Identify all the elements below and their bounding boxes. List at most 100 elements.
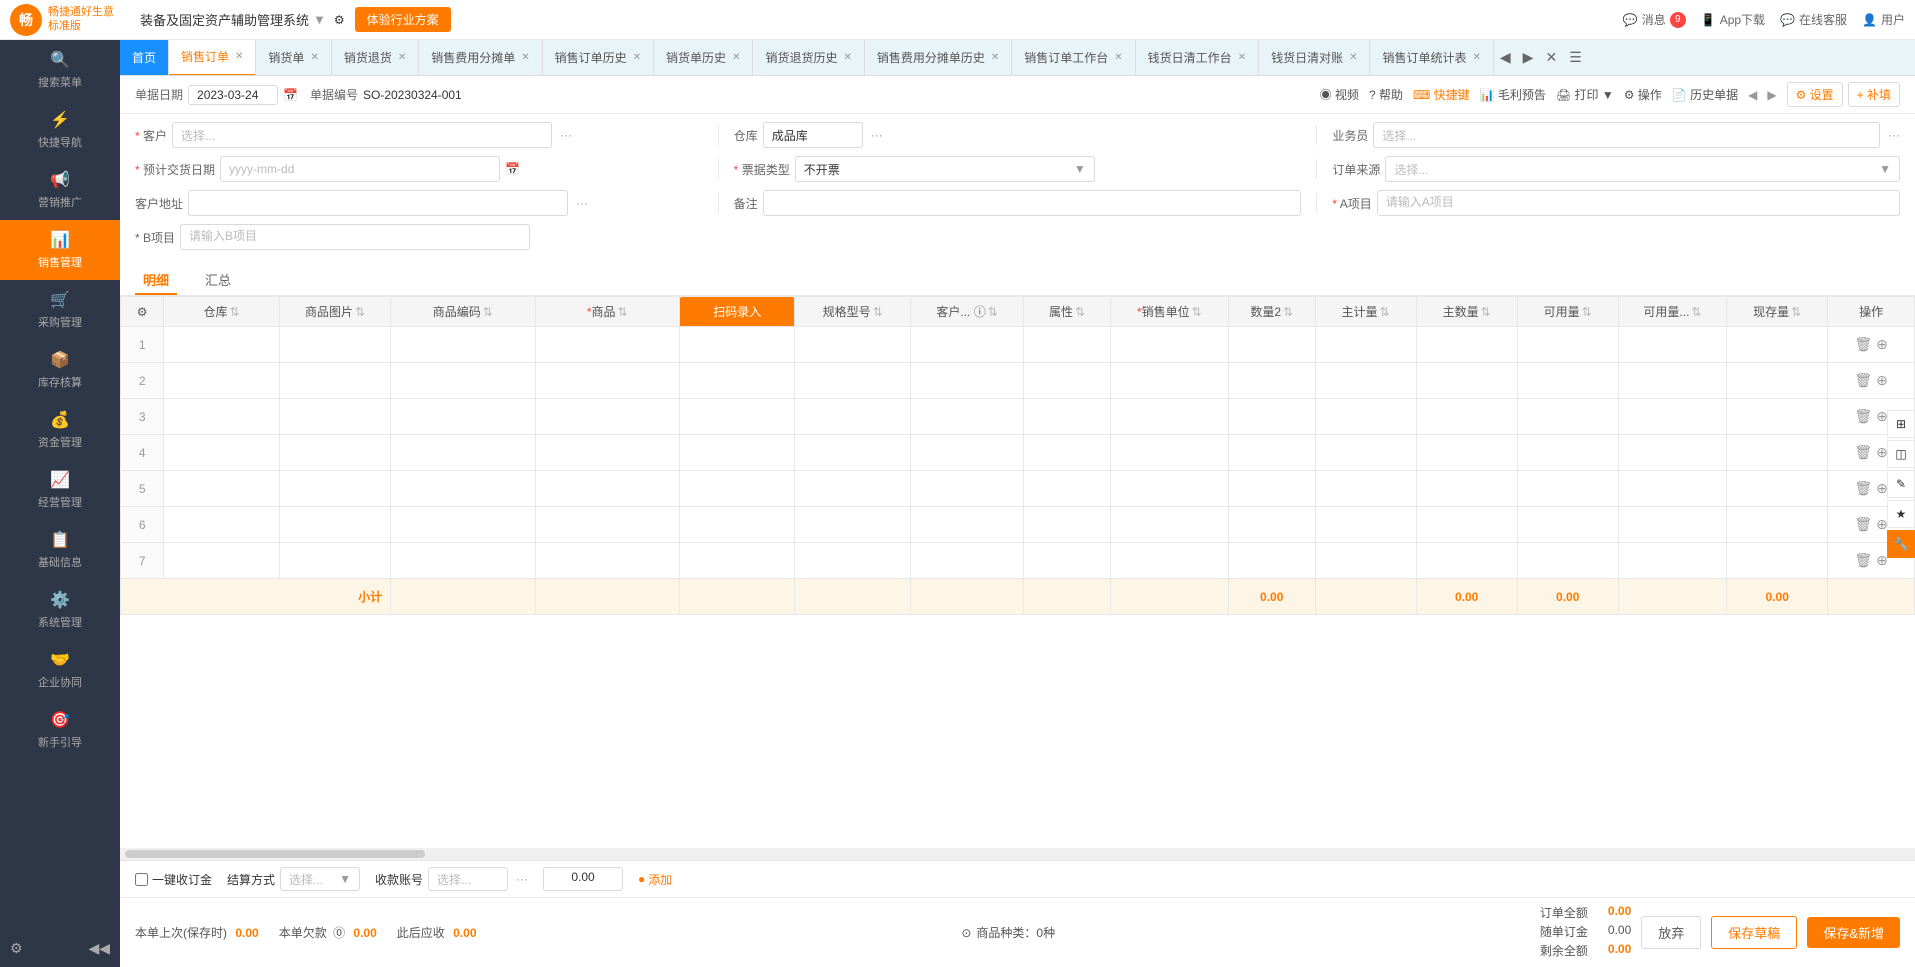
row6-sale-unit[interactable]	[1110, 507, 1228, 543]
business-person-input-wrap[interactable]: 选择...	[1373, 122, 1880, 148]
row1-stock[interactable]	[1727, 327, 1828, 363]
tab-menu[interactable]: ☰	[1563, 49, 1588, 66]
add-button[interactable]: ● 添加	[638, 871, 672, 888]
row6-avail2[interactable]	[1618, 507, 1726, 543]
row4-delete-icon[interactable]: 🗑	[1854, 444, 1872, 461]
settings-bottom-icon[interactable]: ⚙	[10, 940, 23, 957]
col-avail2-header[interactable]: 可用量...⇅	[1618, 297, 1726, 327]
tab-close-all[interactable]: ✕	[1539, 49, 1563, 66]
tab-expense-history[interactable]: 销售费用分摊单历史 ✕	[865, 40, 1012, 76]
account-more-icon[interactable]: ···	[516, 872, 528, 886]
row5-main-unit[interactable]	[1315, 471, 1416, 507]
col-stock-header[interactable]: 现存量⇅	[1727, 297, 1828, 327]
row5-sale-unit[interactable]	[1110, 471, 1228, 507]
row7-qty2[interactable]	[1228, 543, 1315, 579]
row3-spec[interactable]	[795, 399, 911, 435]
order-source-select-wrap[interactable]: 选择... ▼	[1385, 156, 1900, 182]
col-warehouse-header[interactable]: 仓库⇅	[164, 297, 280, 327]
right-float-btn-4[interactable]: ★	[1887, 500, 1915, 528]
online-service-btn[interactable]: 💬 在线客服	[1780, 11, 1847, 28]
sidebar-item-purchase[interactable]: 🛒 采购管理	[0, 280, 120, 340]
col-image-header[interactable]: 商品图片⇅	[279, 297, 390, 327]
sidebar-item-nav[interactable]: ⚡ 快捷导航	[0, 100, 120, 160]
sidebar-item-search[interactable]: 🔍 搜索菜单	[0, 40, 120, 100]
close-order-history-icon[interactable]: ✕	[633, 52, 641, 63]
sidebar-item-finance[interactable]: 💰 资金管理	[0, 400, 120, 460]
history-btn[interactable]: 📄 历史单据	[1672, 86, 1738, 103]
row1-sale-unit[interactable]	[1110, 327, 1228, 363]
row5-avail2[interactable]	[1618, 471, 1726, 507]
tab-home[interactable]: 首页	[120, 40, 169, 76]
sidebar-item-basic[interactable]: 📋 基础信息	[0, 520, 120, 580]
row6-delete-icon[interactable]: 🗑	[1854, 516, 1872, 533]
row3-stock[interactable]	[1727, 399, 1828, 435]
row6-customer-code[interactable]	[910, 507, 1023, 543]
app-download-btn[interactable]: 📱 App下载	[1701, 11, 1765, 28]
user-btn[interactable]: 👤 用户	[1862, 11, 1905, 28]
close-bill-history-icon[interactable]: ✕	[732, 52, 740, 63]
business-person-more-icon[interactable]: ···	[1888, 128, 1900, 142]
row6-stock[interactable]	[1727, 507, 1828, 543]
row3-qty2[interactable]	[1228, 399, 1315, 435]
row3-sale-unit[interactable]	[1110, 399, 1228, 435]
row2-image[interactable]	[279, 363, 390, 399]
row3-main-unit[interactable]	[1315, 399, 1416, 435]
row7-spec[interactable]	[795, 543, 911, 579]
row2-qty2[interactable]	[1228, 363, 1315, 399]
row7-main-qty[interactable]	[1416, 543, 1517, 579]
customer-more-icon[interactable]: ···	[560, 128, 572, 142]
row3-main-qty[interactable]	[1416, 399, 1517, 435]
row7-main-unit[interactable]	[1315, 543, 1416, 579]
row5-product[interactable]	[535, 471, 679, 507]
settings-button[interactable]: ⚙ 设置	[1787, 82, 1843, 107]
row6-scan[interactable]	[679, 507, 795, 543]
tab-daily-reconcile[interactable]: 钱货日清对账 ✕	[1259, 40, 1370, 76]
date-value[interactable]: 2023-03-24	[188, 85, 278, 105]
warehouse-input-wrap[interactable]: 成品库	[763, 122, 863, 148]
right-float-btn-1[interactable]: ⊞	[1887, 410, 1915, 438]
sidebar-item-guide[interactable]: 🎯 新手引导	[0, 700, 120, 760]
tab-sales-order[interactable]: 销售订单 ✕	[169, 40, 256, 76]
row4-main-unit[interactable]	[1315, 435, 1416, 471]
col-product-header[interactable]: *商品⇅	[535, 297, 679, 327]
close-expense-icon[interactable]: ✕	[521, 52, 529, 63]
row5-avail[interactable]	[1517, 471, 1618, 507]
row7-stock[interactable]	[1727, 543, 1828, 579]
row6-image[interactable]	[279, 507, 390, 543]
row4-image[interactable]	[279, 435, 390, 471]
calendar-icon[interactable]: 📅	[283, 88, 298, 102]
row6-avail[interactable]	[1517, 507, 1618, 543]
row2-warehouse[interactable]	[164, 363, 280, 399]
row2-customer-code[interactable]	[910, 363, 1023, 399]
sidebar-item-sales[interactable]: 📊 销售管理	[0, 220, 120, 280]
col-main-unit-header[interactable]: 主计量⇅	[1315, 297, 1416, 327]
row1-delete-icon[interactable]: 🗑	[1854, 336, 1872, 353]
row2-attr[interactable]	[1024, 363, 1111, 399]
row2-main-unit[interactable]	[1315, 363, 1416, 399]
sidebar-item-enterprise[interactable]: 🤝 企业协同	[0, 640, 120, 700]
row4-sale-unit[interactable]	[1110, 435, 1228, 471]
payment-method-select[interactable]: 选择... ▼	[280, 867, 360, 891]
close-return-history-icon[interactable]: ✕	[843, 52, 851, 63]
solution-button[interactable]: 体验行业方案	[355, 7, 451, 32]
row2-avail2[interactable]	[1618, 363, 1726, 399]
row2-delete-icon[interactable]: 🗑	[1854, 372, 1872, 389]
row2-stock[interactable]	[1727, 363, 1828, 399]
sidebar-item-marketing[interactable]: 📢 营销推广	[0, 160, 120, 220]
col-attr-header[interactable]: 属性⇅	[1024, 297, 1111, 327]
row2-main-qty[interactable]	[1416, 363, 1517, 399]
video-btn[interactable]: ◉ 视频	[1320, 86, 1359, 103]
row1-main-unit[interactable]	[1315, 327, 1416, 363]
account-select[interactable]: 选择...	[428, 867, 508, 891]
customer-input-wrap[interactable]: 选择...	[172, 122, 552, 148]
close-expense-history-icon[interactable]: ✕	[991, 52, 999, 63]
row3-delete-icon[interactable]: 🗑	[1854, 408, 1872, 425]
right-float-btn-2[interactable]: ◫	[1887, 440, 1915, 468]
tab-sales-bill[interactable]: 销货单 ✕	[256, 40, 331, 76]
row1-copy-icon[interactable]: ⊕	[1876, 336, 1888, 353]
row3-image[interactable]	[279, 399, 390, 435]
row1-avail[interactable]	[1517, 327, 1618, 363]
row7-avail[interactable]	[1517, 543, 1618, 579]
message-btn[interactable]: 💬 消息 9	[1623, 11, 1686, 28]
sidebar-item-system[interactable]: ⚙️ 系统管理	[0, 580, 120, 640]
